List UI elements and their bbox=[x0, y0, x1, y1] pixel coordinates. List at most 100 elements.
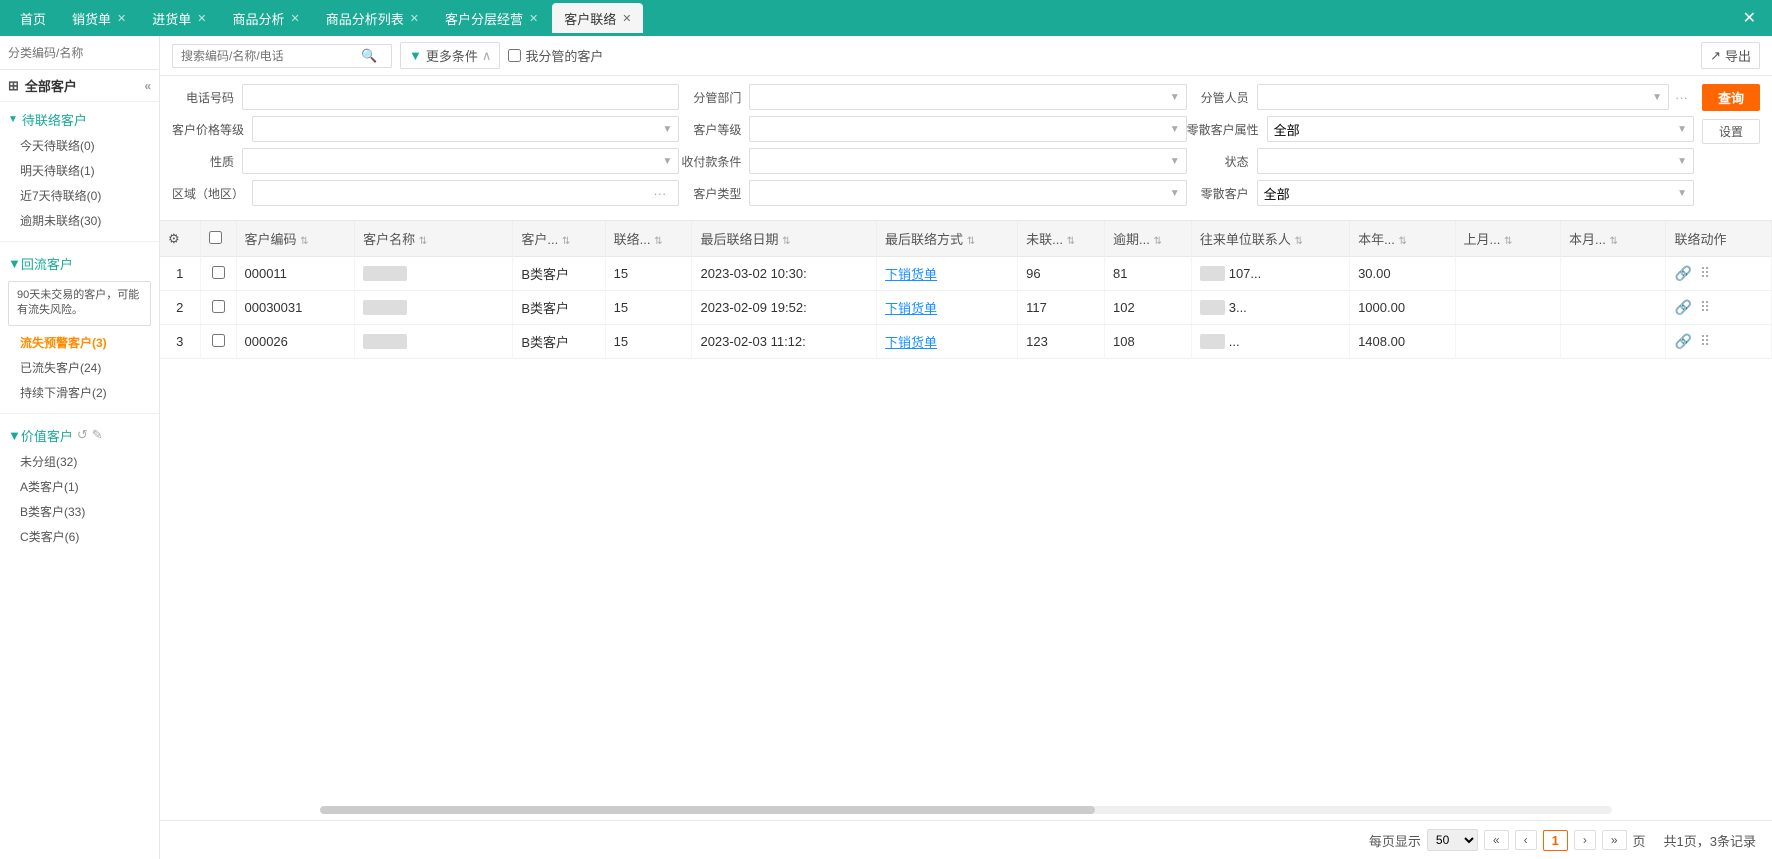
my-customers-label[interactable]: 我分管的客户 bbox=[508, 46, 603, 65]
table-row: 2 00030031 B类客户 15 2023-02-09 19:52: 下销货… bbox=[160, 291, 1772, 325]
th-this-year[interactable]: 本年... ⇅ bbox=[1350, 221, 1455, 257]
th-unlink-days[interactable]: 未联... ⇅ bbox=[1018, 221, 1105, 257]
tab-close-customer-contact[interactable]: ✕ bbox=[622, 12, 631, 25]
filter-price-level-select[interactable]: ▼ bbox=[252, 116, 679, 142]
tab-close-purchase-order[interactable]: ✕ bbox=[197, 12, 206, 25]
filter-dept-select[interactable]: ▼ bbox=[749, 84, 1186, 110]
th-name[interactable]: 客户名称 ⇅ bbox=[355, 221, 513, 257]
select-all-checkbox[interactable] bbox=[209, 231, 222, 244]
th-code[interactable]: 客户编码 ⇅ bbox=[236, 221, 355, 257]
filter-customer-type-select[interactable]: ▼ bbox=[749, 180, 1186, 206]
th-level[interactable]: 客户... ⇅ bbox=[513, 221, 605, 257]
filter-payment-select[interactable]: ▼ bbox=[749, 148, 1186, 174]
method-link-0[interactable]: 下销货单 bbox=[885, 267, 937, 282]
sidebar-item-week-pending[interactable]: 近7天待联络(0) bbox=[0, 183, 159, 208]
cell-this-year: 1408.00 bbox=[1350, 325, 1455, 359]
th-this-month[interactable]: 本月... ⇅ bbox=[1561, 221, 1666, 257]
sidebar-item-today-pending[interactable]: 今天待联络(0) bbox=[0, 133, 159, 158]
filter-zero-customer-select[interactable]: 全部 ▼ bbox=[1257, 180, 1694, 206]
sidebar-item-class-b[interactable]: B类客户(33) bbox=[0, 499, 159, 524]
tab-close-customer-layer[interactable]: ✕ bbox=[529, 12, 538, 25]
more-filter-btn[interactable]: ▼ 更多条件 ∧ bbox=[400, 42, 500, 69]
action-grid-icon-2[interactable]: ⠿ bbox=[1700, 333, 1710, 350]
filter-phone-input[interactable] bbox=[242, 84, 679, 110]
filter-person-select[interactable]: ▼ bbox=[1257, 84, 1669, 110]
row-checkbox-2[interactable] bbox=[212, 334, 225, 347]
arrow-value: ▼ bbox=[8, 428, 21, 443]
main-search-input[interactable] bbox=[181, 49, 361, 63]
first-page-btn[interactable]: « bbox=[1484, 830, 1509, 850]
sidebar-item-tomorrow-pending[interactable]: 明天待联络(1) bbox=[0, 158, 159, 183]
th-contact[interactable]: 联络... ⇅ bbox=[605, 221, 692, 257]
area-dots[interactable]: ··· bbox=[647, 186, 672, 201]
th-overdue[interactable]: 逾期... ⇅ bbox=[1104, 221, 1191, 257]
method-link-2[interactable]: 下销货单 bbox=[885, 335, 937, 350]
action-link-icon-0[interactable]: 🔗 bbox=[1674, 265, 1691, 282]
filter-status-select[interactable]: ▼ bbox=[1257, 148, 1694, 174]
window-close-btn[interactable]: ✕ bbox=[1735, 4, 1764, 32]
th-check[interactable] bbox=[200, 221, 236, 257]
tab-customer-contact[interactable]: 客户联络 ✕ bbox=[552, 3, 643, 33]
sidebar-group-pending[interactable]: ▼ 待联络客户 bbox=[0, 106, 159, 133]
th-last-month[interactable]: 上月... ⇅ bbox=[1455, 221, 1560, 257]
action-link-icon-1[interactable]: 🔗 bbox=[1674, 299, 1691, 316]
next-page-btn[interactable]: › bbox=[1574, 830, 1596, 850]
row-checkbox-1[interactable] bbox=[212, 300, 225, 313]
sidebar-item-declining[interactable]: 持续下滑客户(2) bbox=[0, 380, 159, 405]
sidebar-all-customers-title[interactable]: ⊞ 全部客户 « bbox=[0, 70, 159, 102]
sidebar-collapse-btn[interactable]: « bbox=[144, 79, 151, 93]
sort-level-icon: ⇅ bbox=[562, 236, 570, 247]
cell-check[interactable] bbox=[200, 257, 236, 291]
cell-check[interactable] bbox=[200, 325, 236, 359]
action-grid-icon-0[interactable]: ⠿ bbox=[1700, 265, 1710, 282]
tab-bar: 首页 销货单 ✕ 进货单 ✕ 商品分析 ✕ 商品分析列表 ✕ 客户分层经营 ✕ … bbox=[0, 0, 1772, 36]
last-page-btn[interactable]: » bbox=[1602, 830, 1627, 850]
filter-customer-level-select[interactable]: ▼ bbox=[749, 116, 1186, 142]
sidebar-group-value[interactable]: ▼ 价值客户 ↺ ✎ bbox=[0, 422, 159, 449]
tab-customer-layer[interactable]: 客户分层经营 ✕ bbox=[433, 3, 550, 33]
th-settings[interactable]: ⚙ bbox=[160, 221, 200, 257]
method-link-1[interactable]: 下销货单 bbox=[885, 301, 937, 316]
tab-close-sales-order[interactable]: ✕ bbox=[117, 12, 126, 25]
tab-purchase-order[interactable]: 进货单 ✕ bbox=[140, 3, 218, 33]
sidebar-item-class-a[interactable]: A类客户(1) bbox=[0, 474, 159, 499]
cell-check[interactable] bbox=[200, 291, 236, 325]
action-icons-1: 🔗 ⠿ bbox=[1674, 299, 1763, 316]
tab-product-analysis-list[interactable]: 商品分析列表 ✕ bbox=[314, 3, 431, 33]
main-search-icon[interactable]: 🔍 bbox=[361, 48, 377, 64]
export-btn[interactable]: ↗ 导出 bbox=[1701, 42, 1760, 69]
tab-product-analysis[interactable]: 商品分析 ✕ bbox=[220, 3, 311, 33]
filter-person-dots[interactable]: ··· bbox=[1669, 90, 1694, 105]
action-grid-icon-1[interactable]: ⠿ bbox=[1700, 299, 1710, 316]
refresh-icon[interactable]: ↺ bbox=[77, 427, 88, 443]
filter-gender-label: 性质 bbox=[172, 153, 242, 170]
scroll-thumb[interactable] bbox=[320, 806, 1095, 814]
horizontal-scrollbar[interactable] bbox=[320, 806, 1612, 814]
prev-page-btn[interactable]: ‹ bbox=[1515, 830, 1537, 850]
sidebar-item-churn-warning[interactable]: 流失预警客户(3) bbox=[0, 330, 159, 355]
my-customers-checkbox[interactable] bbox=[508, 49, 521, 62]
sidebar-item-class-c[interactable]: C类客户(6) bbox=[0, 524, 159, 549]
row-checkbox-0[interactable] bbox=[212, 266, 225, 279]
th-date[interactable]: 最后联络日期 ⇅ bbox=[692, 221, 877, 257]
filter-area-select[interactable]: ··· bbox=[252, 180, 679, 206]
tab-sales-order[interactable]: 销货单 ✕ bbox=[60, 3, 138, 33]
query-btn[interactable]: 查询 bbox=[1702, 84, 1760, 111]
tab-close-product-analysis[interactable]: ✕ bbox=[291, 12, 300, 25]
action-link-icon-2[interactable]: 🔗 bbox=[1674, 333, 1691, 350]
filter-gender-select[interactable]: ▼ bbox=[242, 148, 679, 174]
sidebar-search-input[interactable] bbox=[8, 46, 160, 60]
sidebar-item-ungroup[interactable]: 未分组(32) bbox=[0, 449, 159, 474]
sidebar-group-return[interactable]: ▼ 回流客户 bbox=[0, 250, 159, 277]
tab-close-product-analysis-list[interactable]: ✕ bbox=[410, 12, 419, 25]
filter-zero-attr-select[interactable]: 全部 ▼ bbox=[1267, 116, 1694, 142]
th-person[interactable]: 往来单位联系人 ⇅ bbox=[1191, 221, 1349, 257]
per-page-select[interactable]: 50 100 200 bbox=[1427, 829, 1478, 851]
sidebar-item-churned[interactable]: 已流失客户(24) bbox=[0, 355, 159, 380]
sidebar-item-overdue-pending[interactable]: 逾期未联络(30) bbox=[0, 208, 159, 233]
edit-icon[interactable]: ✎ bbox=[92, 427, 103, 443]
cell-last-month bbox=[1455, 257, 1560, 291]
settings-btn[interactable]: 设置 bbox=[1702, 119, 1760, 144]
th-method[interactable]: 最后联络方式 ⇅ bbox=[877, 221, 1018, 257]
tab-home[interactable]: 首页 bbox=[8, 3, 58, 33]
